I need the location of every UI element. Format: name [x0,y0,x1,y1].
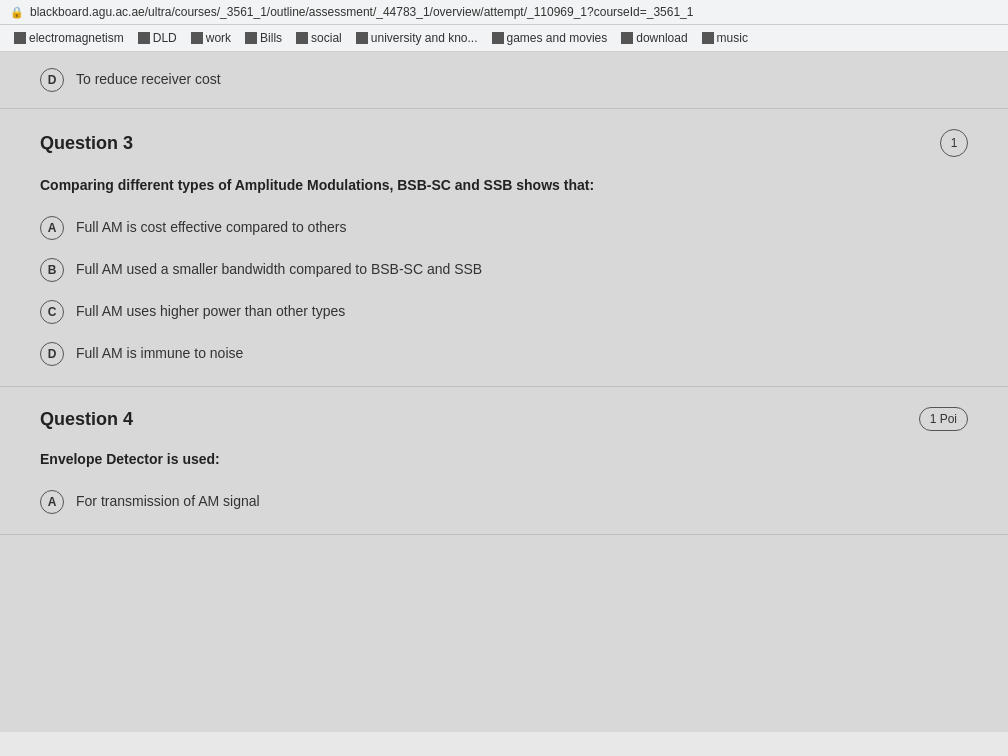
bookmark-bills[interactable]: Bills [239,29,288,47]
q3-text-c: Full AM uses higher power than other typ… [76,300,345,319]
bookmark-icon-social [296,32,308,44]
question-3-text: Comparing different types of Amplitude M… [40,175,968,196]
q3-option-b[interactable]: B Full AM used a smaller bandwidth compa… [40,258,968,282]
bookmark-icon-dld [138,32,150,44]
bookmark-icon-work [191,32,203,44]
bookmark-icon-games [492,32,504,44]
question-3-section: Question 3 1 Comparing different types o… [0,109,1008,387]
bookmark-icon-electromagnetism [14,32,26,44]
option-circle-prev-d[interactable]: D [40,68,64,92]
q3-option-d[interactable]: D Full AM is immune to noise [40,342,968,366]
question-3-answers: A Full AM is cost effective compared to … [40,216,968,366]
bookmark-icon-bills [245,32,257,44]
question-4-answers: A For transmission of AM signal [40,490,968,514]
question-4-text: Envelope Detector is used: [40,449,968,470]
question-4-points: 1 Poi [919,407,968,431]
question-3-title: Question 3 [40,133,133,154]
lock-icon: 🔒 [10,6,24,19]
q3-circle-c[interactable]: C [40,300,64,324]
question-4-section: Question 4 1 Poi Envelope Detector is us… [0,387,1008,535]
q3-text-a: Full AM is cost effective compared to ot… [76,216,347,235]
bookmark-dld[interactable]: DLD [132,29,183,47]
q3-circle-a[interactable]: A [40,216,64,240]
bookmark-icon-university [356,32,368,44]
q4-circle-a[interactable]: A [40,490,64,514]
bookmark-university[interactable]: university and kno... [350,29,484,47]
main-content: D To reduce receiver cost Question 3 1 C… [0,52,1008,732]
question-3-points: 1 [940,129,968,157]
bookmark-games[interactable]: games and movies [486,29,614,47]
bookmark-electromagnetism[interactable]: electromagnetism [8,29,130,47]
q3-option-a[interactable]: A Full AM is cost effective compared to … [40,216,968,240]
bookmarks-bar: electromagnetism DLD work Bills social u… [0,25,1008,52]
bookmark-download[interactable]: download [615,29,693,47]
bookmark-music[interactable]: music [696,29,754,47]
bookmark-icon-download [621,32,633,44]
q3-circle-d[interactable]: D [40,342,64,366]
question-3-header: Question 3 1 [40,129,968,157]
q4-option-a[interactable]: A For transmission of AM signal [40,490,968,514]
q4-text-a: For transmission of AM signal [76,490,260,509]
bookmark-icon-music [702,32,714,44]
prev-answer-d: D To reduce receiver cost [0,52,1008,109]
question-4-header: Question 4 1 Poi [40,407,968,431]
question-4-title: Question 4 [40,409,133,430]
q3-text-b: Full AM used a smaller bandwidth compare… [76,258,482,277]
bookmark-work[interactable]: work [185,29,237,47]
prev-answer-d-text: To reduce receiver cost [76,68,221,87]
address-bar: 🔒 blackboard.agu.ac.ae/ultra/courses/_35… [0,0,1008,25]
bookmark-social[interactable]: social [290,29,348,47]
q3-circle-b[interactable]: B [40,258,64,282]
q3-text-d: Full AM is immune to noise [76,342,243,361]
q3-option-c[interactable]: C Full AM uses higher power than other t… [40,300,968,324]
url-text[interactable]: blackboard.agu.ac.ae/ultra/courses/_3561… [30,5,693,19]
